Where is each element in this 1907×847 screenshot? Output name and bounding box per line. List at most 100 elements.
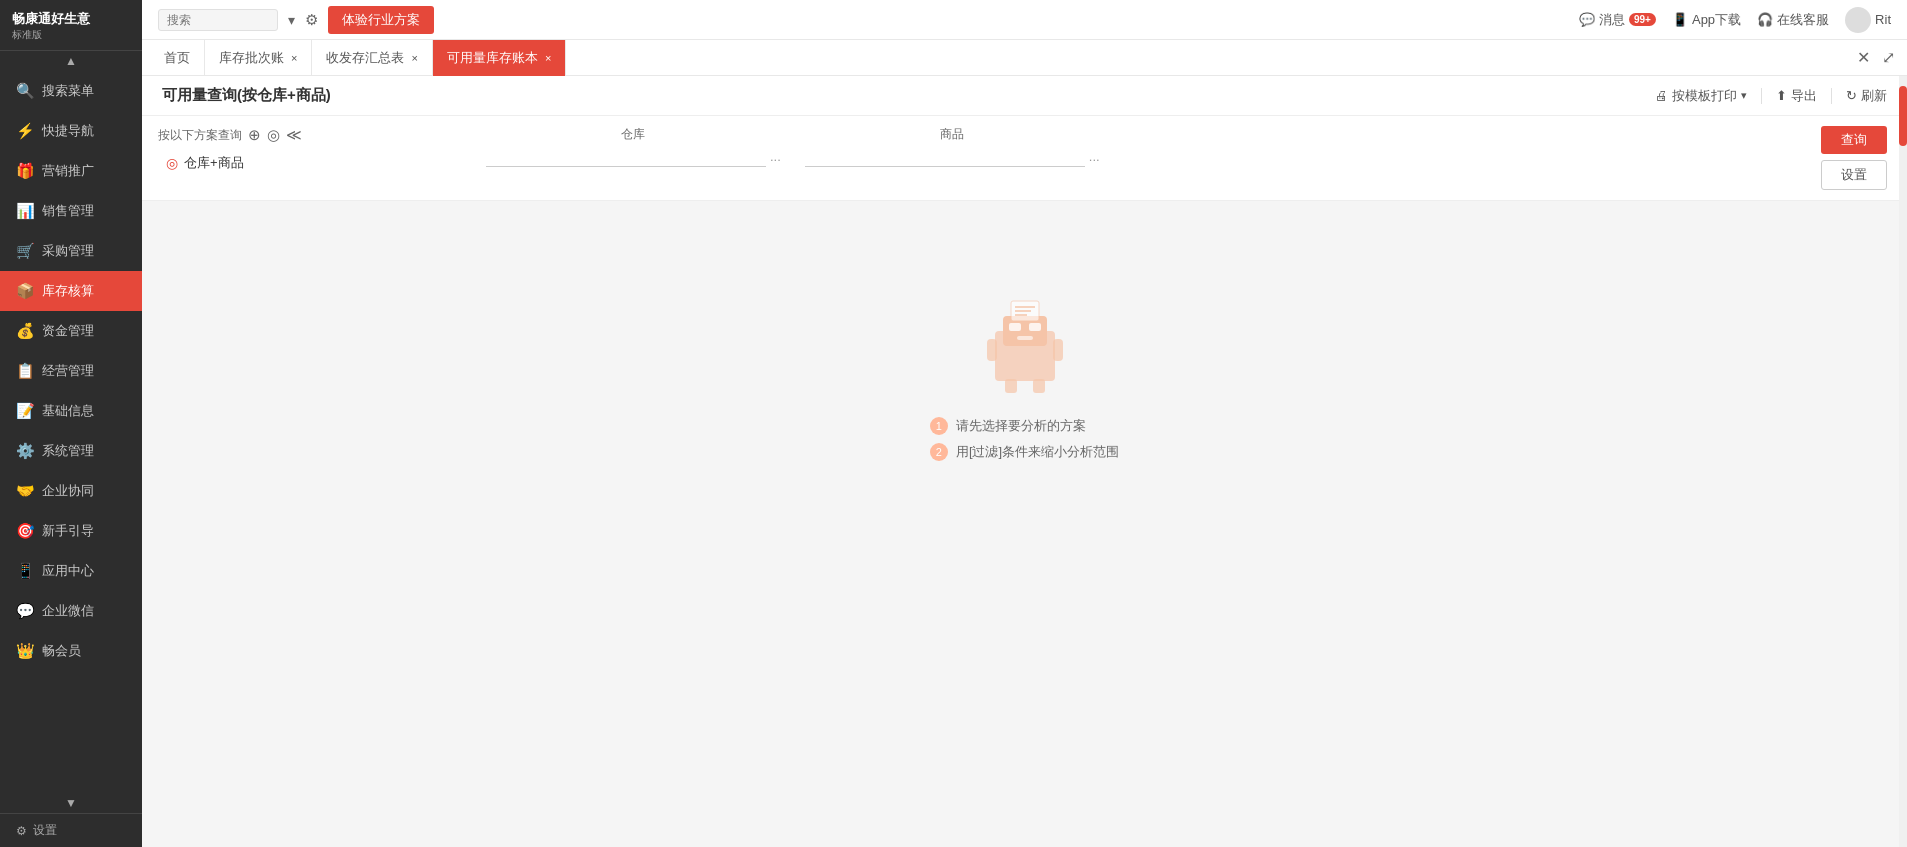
- sidebar-item-basic[interactable]: 📝 基础信息: [0, 391, 142, 431]
- tab-home[interactable]: 首页: [150, 40, 205, 76]
- gear-btn[interactable]: ⚙: [305, 11, 318, 29]
- user-name: Rit: [1875, 12, 1891, 27]
- tab-batch-account[interactable]: 库存批次账 ×: [205, 40, 312, 76]
- close-all-btn[interactable]: ✕: [1853, 44, 1874, 71]
- svg-rect-8: [1033, 379, 1045, 393]
- finance-icon: 💰: [16, 322, 34, 340]
- tab-available-qty[interactable]: 可用量库存账本 ×: [433, 40, 566, 76]
- sidebar-scroll-down[interactable]: ▼: [0, 793, 142, 813]
- tab-available-close[interactable]: ×: [543, 52, 551, 64]
- svg-rect-2: [1009, 323, 1021, 331]
- sidebar-item-newbie[interactable]: 🎯 新手引导: [0, 511, 142, 551]
- wechat-icon: 💬: [16, 602, 34, 620]
- search-icon: 🔍: [16, 82, 34, 100]
- print-icon: 🖨: [1655, 88, 1668, 103]
- empty-state: 1 请先选择要分析的方案 2 用[过滤]条件来缩小分析范围: [142, 201, 1907, 541]
- app-icon: 📱: [16, 562, 34, 580]
- sidebar-item-inventory[interactable]: 📦 库存核算: [0, 271, 142, 311]
- sidebar-item-finance[interactable]: 💰 资金管理: [0, 311, 142, 351]
- trial-button[interactable]: 体验行业方案: [328, 6, 434, 34]
- right-scrollbar[interactable]: [1899, 76, 1907, 847]
- sidebar-item-wechat[interactable]: 💬 企业微信: [0, 591, 142, 631]
- tabs-bar: 首页 库存批次账 × 收发存汇总表 × 可用量库存账本 × ✕ ⤢: [142, 40, 1907, 76]
- system-icon: ⚙️: [16, 442, 34, 460]
- page-content: 可用量查询(按仓库+商品) 🖨 按模板打印 ▾ ⬆ 导出 ↻ 刷新: [142, 76, 1907, 847]
- product-input[interactable]: [805, 145, 1085, 167]
- sidebar-item-search[interactable]: 🔍 搜索菜单: [0, 71, 142, 111]
- cart-icon: 🛒: [16, 242, 34, 260]
- filter-label: 按以下方案查询 ⊕ ◎ ≪: [158, 126, 478, 144]
- sidebar-item-operations[interactable]: 📋 经营管理: [0, 351, 142, 391]
- warehouse-input[interactable]: [486, 145, 766, 167]
- sidebar-item-marketing[interactable]: 🎁 营销推广: [0, 151, 142, 191]
- filter-collapse-button[interactable]: ≪: [286, 126, 302, 144]
- warehouse-input-container: ...: [486, 145, 781, 167]
- query-button[interactable]: 查询: [1821, 126, 1887, 154]
- tab-batch-close[interactable]: ×: [289, 52, 297, 64]
- scheme-icon: ◎: [166, 155, 178, 171]
- product-more-btn[interactable]: ...: [1089, 149, 1100, 164]
- sidebar-item-member[interactable]: 👑 畅会员: [0, 631, 142, 671]
- filter-settings-button[interactable]: ◎: [267, 126, 280, 144]
- refresh-button[interactable]: ↻ 刷新: [1846, 87, 1887, 105]
- sales-icon: 📊: [16, 202, 34, 220]
- svg-rect-4: [1017, 336, 1033, 340]
- tip-text-1: 请先选择要分析的方案: [956, 417, 1086, 435]
- empty-illustration: [965, 281, 1085, 401]
- message-icon: 💬: [1579, 12, 1595, 27]
- app-download-action[interactable]: 📱 App下载: [1672, 11, 1741, 29]
- sidebar: 畅康通好生意 标准版 ▲ 🔍 搜索菜单 ⚡ 快捷导航 🎁 营销推广 📊 销售管理…: [0, 0, 142, 847]
- dropdown-btn[interactable]: ▾: [288, 12, 295, 28]
- sidebar-item-shortcut[interactable]: ⚡ 快捷导航: [0, 111, 142, 151]
- product-label: 商品: [805, 126, 1100, 143]
- empty-tip-1: 1 请先选择要分析的方案: [930, 417, 1119, 435]
- user-area[interactable]: Rit: [1845, 7, 1891, 33]
- warehouse-more-btn[interactable]: ...: [770, 149, 781, 164]
- filter-add-button[interactable]: ⊕: [248, 126, 261, 144]
- print-dropdown-arrow: ▾: [1741, 89, 1747, 102]
- scrollbar-thumb: [1899, 86, 1907, 146]
- app-version: 标准版: [12, 28, 130, 42]
- page-actions: 🖨 按模板打印 ▾ ⬆ 导出 ↻ 刷新: [1655, 87, 1887, 105]
- search-input[interactable]: [158, 9, 278, 31]
- online-service-action[interactable]: 🎧 在线客服: [1757, 11, 1829, 29]
- scheme-warehouse-product[interactable]: ◎ 仓库+商品: [158, 150, 478, 176]
- sidebar-item-label: 库存核算: [42, 282, 94, 300]
- basic-icon: 📝: [16, 402, 34, 420]
- tab-summary[interactable]: 收发存汇总表 ×: [312, 40, 432, 76]
- message-badge[interactable]: 💬 消息 99+: [1579, 11, 1656, 29]
- member-icon: 👑: [16, 642, 34, 660]
- gift-icon: 🎁: [16, 162, 34, 180]
- tip-text-2: 用[过滤]条件来缩小分析范围: [956, 443, 1119, 461]
- sidebar-item-purchase[interactable]: 🛒 采购管理: [0, 231, 142, 271]
- sidebar-scroll-up[interactable]: ▲: [0, 51, 142, 71]
- sidebar-item-label: 经营管理: [42, 362, 94, 380]
- export-button[interactable]: ⬆ 导出: [1776, 87, 1817, 105]
- message-label: 消息: [1599, 11, 1625, 29]
- tab-summary-close[interactable]: ×: [409, 52, 417, 64]
- sidebar-item-appstore[interactable]: 📱 应用中心: [0, 551, 142, 591]
- service-icon: 🎧: [1757, 12, 1773, 27]
- app-logo: 畅康通好生意 标准版: [0, 0, 142, 51]
- sidebar-item-system[interactable]: ⚙️ 系统管理: [0, 431, 142, 471]
- print-button[interactable]: 🖨 按模板打印 ▾: [1655, 87, 1747, 105]
- sidebar-item-label: 采购管理: [42, 242, 94, 260]
- sidebar-item-label: 应用中心: [42, 562, 94, 580]
- sidebar-item-enterprise[interactable]: 🤝 企业协同: [0, 471, 142, 511]
- filter-panel: 按以下方案查询 ⊕ ◎ ≪ ◎ 仓库+商品 仓库 ...: [142, 116, 1907, 201]
- sidebar-item-sales[interactable]: 📊 销售管理: [0, 191, 142, 231]
- header-left: ▾ ⚙ 体验行业方案: [158, 6, 434, 34]
- page-header: 可用量查询(按仓库+商品) 🖨 按模板打印 ▾ ⬆ 导出 ↻ 刷新: [142, 76, 1907, 116]
- sidebar-item-label: 资金管理: [42, 322, 94, 340]
- refresh-icon: ↻: [1846, 88, 1857, 103]
- app-download-label: App下载: [1692, 11, 1741, 29]
- export-icon: ⬆: [1776, 88, 1787, 103]
- sidebar-settings[interactable]: ⚙ 设置: [0, 813, 142, 847]
- svg-rect-5: [987, 339, 997, 361]
- settings-button[interactable]: 设置: [1821, 160, 1887, 190]
- warehouse-label: 仓库: [486, 126, 781, 143]
- filter-fields: 仓库 ... 商品 ...: [486, 126, 1813, 167]
- empty-tip-2: 2 用[过滤]条件来缩小分析范围: [930, 443, 1119, 461]
- svg-rect-6: [1053, 339, 1063, 361]
- maximize-btn[interactable]: ⤢: [1878, 44, 1899, 71]
